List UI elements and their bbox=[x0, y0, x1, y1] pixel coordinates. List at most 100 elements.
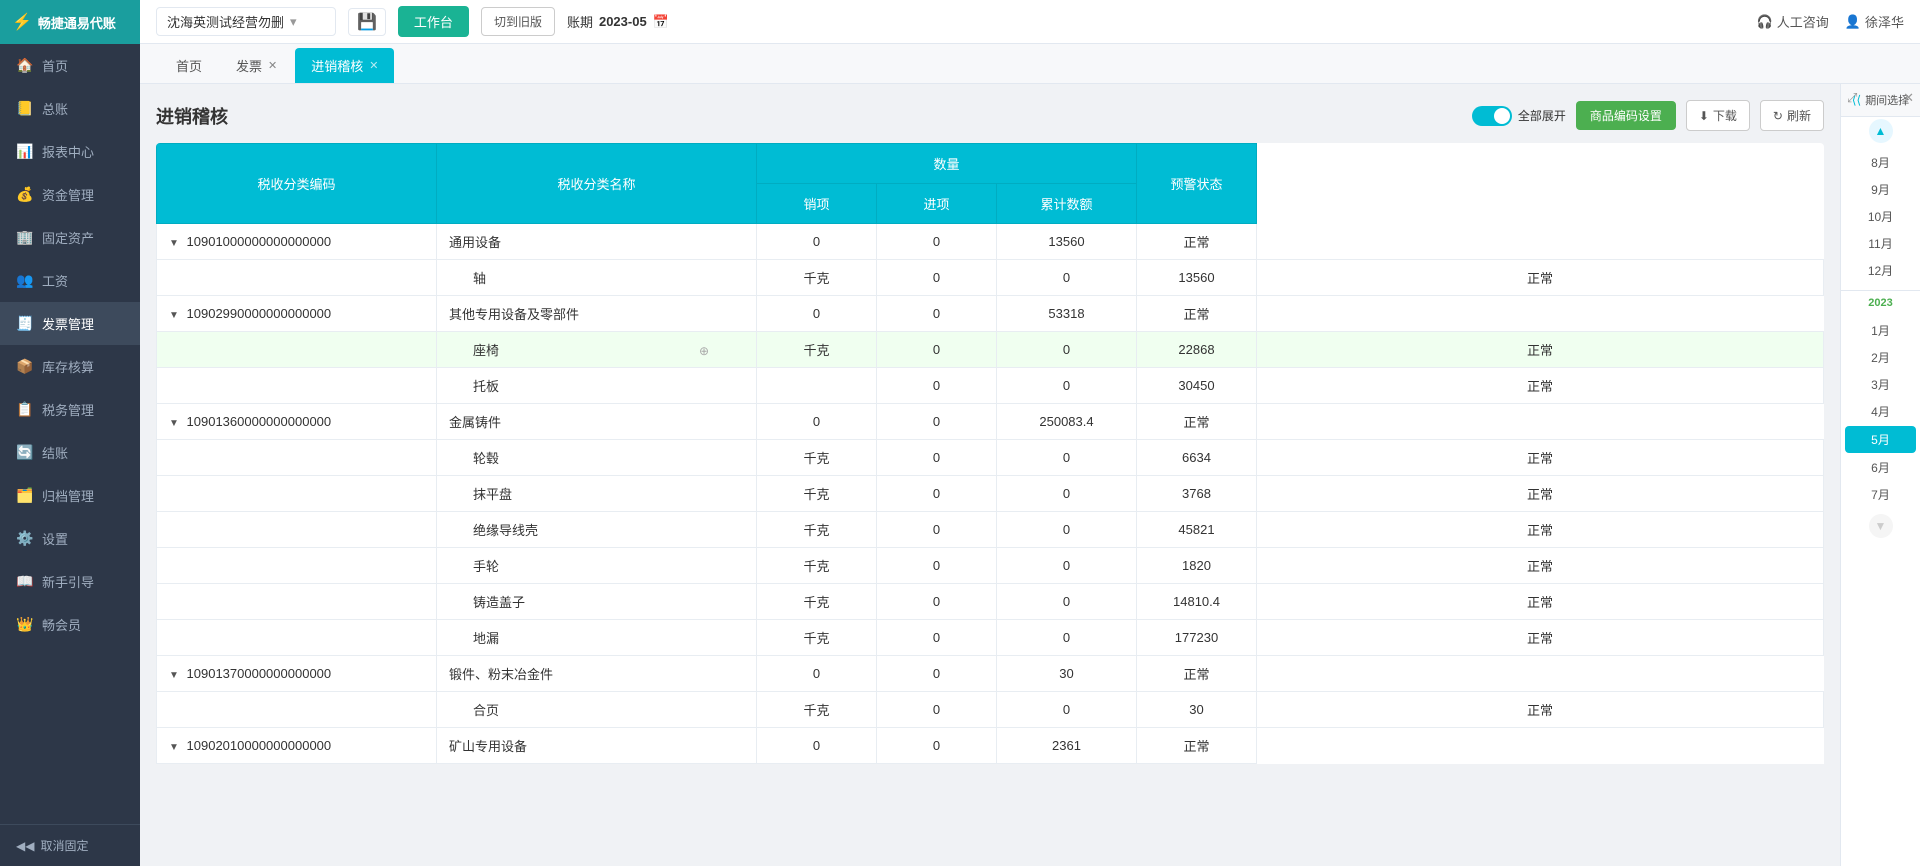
period-expand-icon[interactable]: ⤢ bbox=[1847, 90, 1857, 106]
assets-icon: 🏢 bbox=[16, 229, 34, 246]
cell-sales: 0 bbox=[757, 728, 877, 764]
toggle-track[interactable] bbox=[1472, 106, 1512, 126]
page-title: 进销稽核 bbox=[156, 103, 228, 129]
user-name: 徐泽华 bbox=[1865, 12, 1904, 31]
period-label: 账期 bbox=[567, 12, 593, 31]
ledger-icon: 📒 bbox=[16, 100, 34, 117]
cell-name: 抹平盘 bbox=[437, 476, 757, 512]
month-9[interactable]: 9月 bbox=[1841, 176, 1920, 203]
cell-unit: 千克 bbox=[757, 584, 877, 620]
sidebar-item-reports[interactable]: 📊 报表中心 bbox=[0, 130, 140, 173]
toggle-thumb bbox=[1494, 108, 1510, 124]
sidebar-item-label: 库存核算 bbox=[42, 357, 94, 376]
expand-icon[interactable]: ▼ bbox=[169, 238, 179, 249]
month-11[interactable]: 11月 bbox=[1841, 230, 1920, 257]
archive-icon: 🗂️ bbox=[16, 487, 34, 504]
tab-invoice[interactable]: 发票 ✕ bbox=[220, 48, 293, 83]
page-content: 进销稽核 全部展开 商品编码设置 ⬇ 下载 ↻ 刷 bbox=[140, 84, 1920, 866]
month-3[interactable]: 3月 bbox=[1841, 371, 1920, 398]
product-code-button[interactable]: 商品编码设置 bbox=[1576, 101, 1676, 130]
save-button[interactable]: 💾 bbox=[348, 8, 386, 36]
user-profile[interactable]: 👤 徐泽华 bbox=[1845, 12, 1904, 31]
cell-unit: 千克 bbox=[757, 548, 877, 584]
settings-icon: ⚙️ bbox=[16, 530, 34, 547]
expand-icon[interactable]: ▼ bbox=[169, 742, 179, 753]
sidebar-item-finance[interactable]: 💰 资金管理 bbox=[0, 173, 140, 216]
support-button[interactable]: 🎧 人工咨询 bbox=[1757, 12, 1829, 31]
sidebar-item-archive[interactable]: 🗂️ 归档管理 bbox=[0, 474, 140, 517]
main-content: 沈海英测试经营勿删 ▾ 💾 工作台 切到旧版 账期 2023-05 📅 🎧 人工… bbox=[140, 0, 1920, 866]
download-button[interactable]: ⬇ 下载 bbox=[1686, 100, 1750, 131]
sidebar-item-assets[interactable]: 🏢 固定资产 bbox=[0, 216, 140, 259]
cell-code: ▼ 10902010000000000000 bbox=[157, 728, 437, 764]
cell-total: 1820 bbox=[1137, 548, 1257, 584]
expand-icon[interactable]: ▼ bbox=[169, 310, 179, 321]
cell-name: 金属铸件 bbox=[437, 404, 757, 440]
search-icon[interactable]: ⊕ bbox=[699, 344, 709, 358]
sidebar-item-settings[interactable]: ⚙️ 设置 bbox=[0, 517, 140, 560]
month-6[interactable]: 6月 bbox=[1841, 454, 1920, 481]
cell-code: ▼ 10901360000000000000 bbox=[157, 404, 437, 440]
tax-icon: 📋 bbox=[16, 401, 34, 418]
finance-icon: 💰 bbox=[16, 186, 34, 203]
cell-code: ▼ 10901370000000000000 bbox=[157, 656, 437, 692]
cell-sales: 0 bbox=[877, 260, 997, 296]
sidebar-item-home[interactable]: 🏠 首页 bbox=[0, 44, 140, 87]
cell-total: 13560 bbox=[997, 224, 1137, 260]
expand-icon[interactable]: ▼ bbox=[169, 670, 179, 681]
sidebar-item-inventory[interactable]: 📦 库存核算 bbox=[0, 345, 140, 388]
cell-warning: 正常 bbox=[1137, 656, 1257, 692]
sidebar-item-settle[interactable]: 🔄 结账 bbox=[0, 431, 140, 474]
month-1[interactable]: 1月 bbox=[1841, 317, 1920, 344]
tab-reconcile[interactable]: 进销稽核 ✕ bbox=[295, 48, 394, 83]
cell-name: 其他专用设备及零部件 bbox=[437, 296, 757, 332]
month-7[interactable]: 7月 bbox=[1841, 481, 1920, 508]
cell-purchase: 0 bbox=[997, 476, 1137, 512]
month-12[interactable]: 12月 bbox=[1841, 257, 1920, 284]
col-purchase: 进项 bbox=[877, 184, 997, 224]
refresh-icon: ↻ bbox=[1773, 109, 1783, 123]
cell-warning: 正常 bbox=[1257, 332, 1824, 368]
switch-version-button[interactable]: 切到旧版 bbox=[481, 7, 555, 36]
sidebar-item-member[interactable]: 👑 畅会员 bbox=[0, 603, 140, 646]
refresh-button[interactable]: ↻ 刷新 bbox=[1760, 100, 1824, 131]
cell-purchase: 0 bbox=[997, 512, 1137, 548]
period-close-icon[interactable]: ✕ bbox=[1903, 90, 1914, 106]
sidebar-item-salary[interactable]: 👥 工资 bbox=[0, 259, 140, 302]
cell-warning: 正常 bbox=[1257, 512, 1824, 548]
unpin-button[interactable]: ◀◀ 取消固定 bbox=[0, 824, 140, 866]
col-warning: 预警状态 bbox=[1137, 144, 1257, 224]
expand-toggle[interactable]: 全部展开 bbox=[1472, 106, 1566, 126]
cell-purchase: 0 bbox=[997, 440, 1137, 476]
salary-icon: 👥 bbox=[16, 272, 34, 289]
cell-purchase: 0 bbox=[997, 620, 1137, 656]
month-8[interactable]: 8月 bbox=[1841, 149, 1920, 176]
cell-sales: 0 bbox=[877, 440, 997, 476]
expand-icon[interactable]: ▼ bbox=[169, 418, 179, 429]
month-10[interactable]: 10月 bbox=[1841, 203, 1920, 230]
sidebar-item-guide[interactable]: 📖 新手引导 bbox=[0, 560, 140, 603]
cell-sales: 0 bbox=[757, 296, 877, 332]
company-selector[interactable]: 沈海英测试经营勿删 ▾ bbox=[156, 7, 336, 36]
cell-sales: 0 bbox=[877, 368, 997, 404]
cell-name: 轮毂 bbox=[437, 440, 757, 476]
tab-close-reconcile[interactable]: ✕ bbox=[369, 59, 378, 72]
sidebar-item-tax[interactable]: 📋 税务管理 bbox=[0, 388, 140, 431]
sidebar-item-invoice[interactable]: 🧾 发票管理 bbox=[0, 302, 140, 345]
tab-home[interactable]: 首页 bbox=[160, 48, 218, 83]
calendar-icon[interactable]: 📅 bbox=[653, 14, 669, 30]
workspace-button[interactable]: 工作台 bbox=[398, 6, 469, 37]
sidebar-item-ledger[interactable]: 📒 总账 bbox=[0, 87, 140, 130]
month-4[interactable]: 4月 bbox=[1841, 398, 1920, 425]
cell-code bbox=[157, 260, 437, 296]
month-2[interactable]: 2月 bbox=[1841, 344, 1920, 371]
sidebar-item-label: 归档管理 bbox=[42, 486, 94, 505]
period-scroll-down[interactable]: ▼ bbox=[1869, 514, 1893, 538]
period-scroll-up[interactable]: ▲ bbox=[1869, 119, 1893, 143]
refresh-label: 刷新 bbox=[1787, 107, 1811, 124]
cell-total: 14810.4 bbox=[1137, 584, 1257, 620]
tab-close-invoice[interactable]: ✕ bbox=[268, 59, 277, 72]
col-tax-name: 税收分类名称 bbox=[437, 144, 757, 224]
cell-total: 177230 bbox=[1137, 620, 1257, 656]
month-5-active[interactable]: 5月 bbox=[1845, 426, 1916, 453]
